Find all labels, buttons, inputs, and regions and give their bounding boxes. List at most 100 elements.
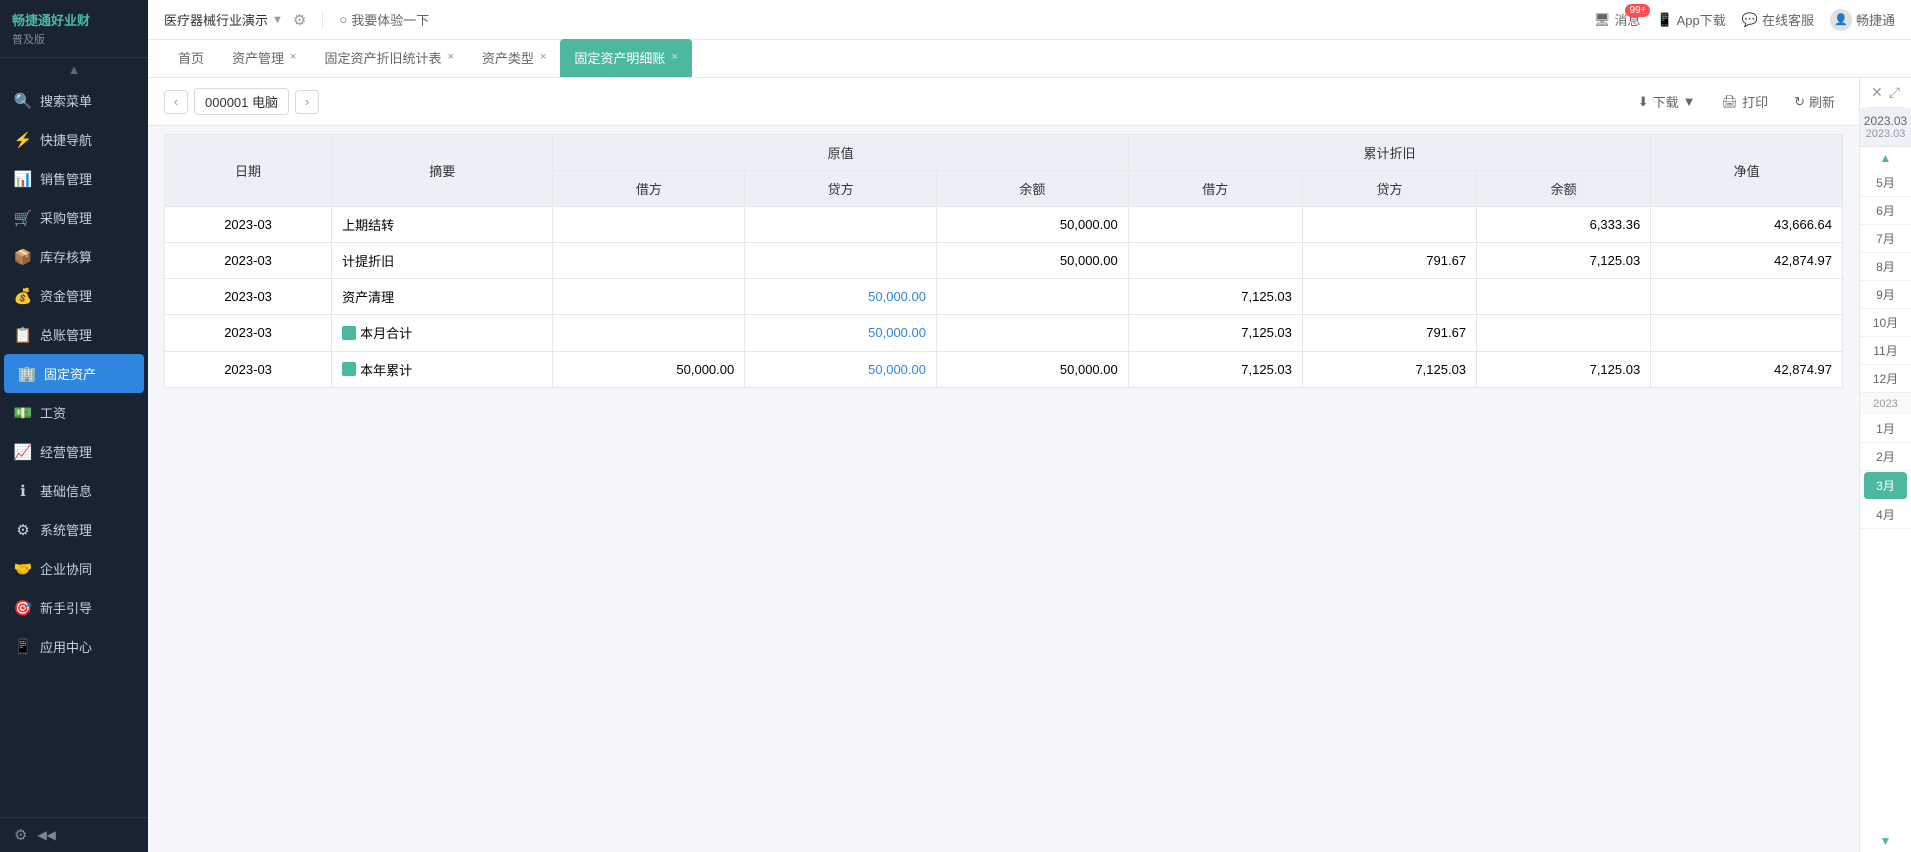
next-asset-btn[interactable]: › <box>295 90 319 114</box>
topbar: 医疗器械行业演示 ▼ ⚙ ○ 我要体验一下 🖥 消息 99+ 📱 App下载 💬… <box>148 0 1911 40</box>
month-item-pre-5[interactable]: 10月 <box>1860 309 1911 337</box>
tab-4[interactable]: 固定资产明细账 × <box>560 39 691 77</box>
cell-orig-debit-2 <box>553 279 745 315</box>
sidebar-label-4: 库存核算 <box>40 247 92 266</box>
month-item-pre-1[interactable]: 6月 <box>1860 197 1911 225</box>
month-item-pre-0[interactable]: 5月 <box>1860 169 1911 197</box>
sidebar-item-资金管理[interactable]: 💰资金管理 <box>0 276 148 315</box>
sidebar-label-10: 基础信息 <box>40 481 92 500</box>
table-row-1: 2023-03 计提折旧 50,000.00 791.67 7,125.03 4… <box>165 243 1843 279</box>
cell-orig-balance-4: 50,000.00 <box>936 351 1128 388</box>
print-btn[interactable]: 🖨 打印 <box>1714 88 1777 115</box>
sidebar-label-3: 采购管理 <box>40 208 92 227</box>
print-label: 打印 <box>1742 92 1768 111</box>
tab-close-3[interactable]: × <box>540 51 546 63</box>
sidebar-item-库存核算[interactable]: 📦 库存核算 <box>0 237 148 276</box>
sidebar-item-工资[interactable]: 💵工资 <box>0 393 148 432</box>
tab-3[interactable]: 资产类型 × <box>468 39 560 77</box>
th-date: 日期 <box>165 135 332 207</box>
company-name: 医疗器械行业演示 <box>164 10 268 29</box>
table-row-2: 2023-03 资产清理 50,000.00 7,125.03 <box>165 279 1843 315</box>
sidebar-item-销售管理[interactable]: 📊销售管理 <box>0 159 148 198</box>
cell-net-value-2 <box>1651 279 1843 315</box>
refresh-icon: ↻ <box>1794 94 1805 110</box>
th-dep-debit: 借方 <box>1128 171 1302 207</box>
experience-icon: ○ <box>339 12 347 27</box>
sidebar-label-13: 新手引导 <box>40 598 92 617</box>
month-2023-2[interactable]: 3月 <box>1864 472 1907 500</box>
tab-close-4[interactable]: × <box>671 51 677 63</box>
sidebar-icon-4: 📦 <box>14 248 32 266</box>
panel-expand-icon[interactable]: ⤢ <box>1889 84 1900 101</box>
asset-navigator: ‹ 000001 电脑 › <box>164 88 319 115</box>
sidebar-item-固定资产[interactable]: 🏢固定资产 <box>4 354 144 393</box>
sidebar-item-总账管理[interactable]: 📋总账管理 <box>0 315 148 354</box>
refresh-label: 刷新 <box>1809 92 1835 111</box>
sidebar-item-基础信息[interactable]: ℹ基础信息 <box>0 471 148 510</box>
sidebar-icon-0: 🔍 <box>14 92 32 110</box>
th-depreciation-group: 累计折旧 <box>1128 135 1650 171</box>
message-badge: 99+ <box>1625 4 1650 17</box>
tab-close-2[interactable]: × <box>447 51 453 63</box>
sidebar-item-快捷导航[interactable]: ⚡快捷导航 <box>0 120 148 159</box>
sidebar-label-2: 销售管理 <box>40 169 92 188</box>
panel-nav-down-icon: ▼ <box>1880 834 1892 848</box>
tab-label-4: 固定资产明细账 <box>574 48 665 67</box>
sidebar-item-采购管理[interactable]: 🛒采购管理 <box>0 198 148 237</box>
cell-dep-debit-1 <box>1128 243 1302 279</box>
month-2023-0[interactable]: 1月 <box>1860 415 1911 443</box>
sidebar-item-系统管理[interactable]: ⚙系统管理 <box>0 510 148 549</box>
message-btn[interactable]: 🖥 消息 99+ <box>1594 10 1641 29</box>
cell-summary-2: 资产清理 <box>332 279 553 315</box>
app-download-btn[interactable]: 📱 App下载 <box>1656 10 1725 29</box>
collapse-icon[interactable]: ◀◀ <box>37 828 55 842</box>
th-summary: 摘要 <box>332 135 553 207</box>
cell-orig-credit-1 <box>745 243 937 279</box>
sidebar-icon-5: 💰 <box>14 287 32 305</box>
month-2023-3[interactable]: 4月 <box>1860 501 1911 529</box>
sidebar-icon-14: 📱 <box>14 638 32 656</box>
cell-orig-debit-4: 50,000.00 <box>553 351 745 388</box>
sidebar-item-经营管理[interactable]: 📈 经营管理 <box>0 432 148 471</box>
tab-label-3: 资产类型 <box>482 48 534 67</box>
prev-asset-btn[interactable]: ‹ <box>164 90 188 114</box>
topbar-settings-icon[interactable]: ⚙ <box>293 11 306 29</box>
ledger-table: 日期 摘要 原值 累计折旧 净值 借方 贷方 余额 借方 贷方 余额 <box>164 134 1843 388</box>
message-icon: 🖥 <box>1594 12 1611 28</box>
online-service-icon: 💬 <box>1742 12 1758 28</box>
experience-btn[interactable]: ○ 我要体验一下 <box>339 10 429 29</box>
download-btn[interactable]: ⬇ 下载 ▼ <box>1630 88 1704 115</box>
tab-0[interactable]: 首页 <box>164 39 218 77</box>
refresh-btn[interactable]: ↻ 刷新 <box>1786 88 1843 115</box>
panel-close-icon[interactable]: ✕ <box>1871 84 1883 101</box>
download-label: 下载 <box>1653 92 1679 111</box>
sidebar-label-14: 应用中心 <box>40 637 92 656</box>
online-service-btn[interactable]: 💬 在线客服 <box>1742 10 1814 29</box>
tab-2[interactable]: 固定资产折旧统计表× <box>310 39 467 77</box>
th-dep-balance: 余额 <box>1477 171 1651 207</box>
sidebar-item-新手引导[interactable]: 🎯新手引导 <box>0 588 148 627</box>
sidebar-item-应用中心[interactable]: 📱 应用中心 <box>0 627 148 666</box>
sidebar-label-7: 固定资产 <box>44 364 96 383</box>
settings-icon[interactable]: ⚙ <box>14 826 27 844</box>
month-item-pre-7[interactable]: 12月 <box>1860 365 1911 393</box>
sidebar-item-企业协同[interactable]: 🤝企业协同 <box>0 549 148 588</box>
tab-close-1[interactable]: × <box>290 51 296 63</box>
sidebar-icon-9: 📈 <box>14 443 32 461</box>
sidebar-icon-8: 💵 <box>14 404 32 422</box>
sidebar-scroll-up[interactable]: ▲ <box>0 58 148 81</box>
cell-dep-credit-0 <box>1302 207 1476 243</box>
month-item-pre-2[interactable]: 7月 <box>1860 225 1911 253</box>
company-selector[interactable]: 医疗器械行业演示 ▼ <box>164 10 283 29</box>
sidebar-item-搜索菜单[interactable]: 🔍搜索菜单 <box>0 81 148 120</box>
month-item-pre-3[interactable]: 8月 <box>1860 253 1911 281</box>
panel-nav-up[interactable]: ▲ <box>1876 147 1896 169</box>
month-2023-1[interactable]: 2月 <box>1860 443 1911 471</box>
tab-1[interactable]: 资产管理× <box>218 39 310 77</box>
panel-nav-down[interactable]: ▼ <box>1876 830 1896 852</box>
cell-dep-credit-3: 791.67 <box>1302 315 1476 352</box>
user-menu[interactable]: 👤 畅捷通 <box>1830 9 1895 31</box>
sidebar-label-9: 经营管理 <box>40 442 92 461</box>
month-item-pre-6[interactable]: 11月 <box>1860 337 1911 365</box>
month-item-pre-4[interactable]: 9月 <box>1860 281 1911 309</box>
